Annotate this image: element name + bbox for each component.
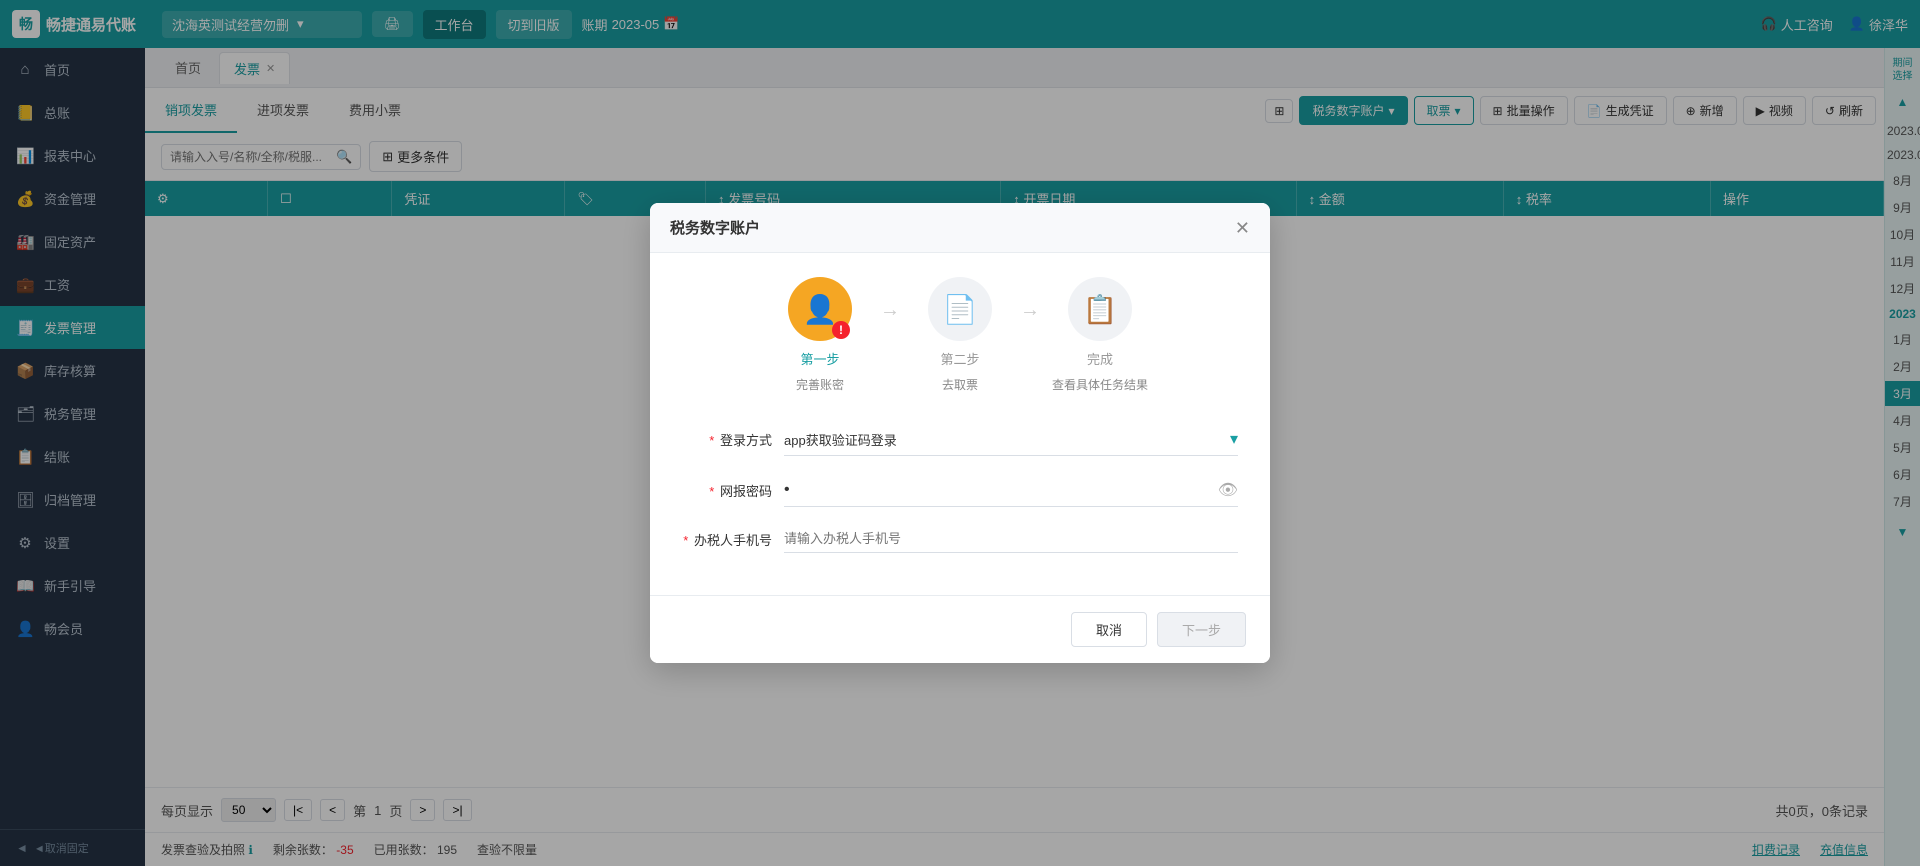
modal-footer: 取消 下一步 bbox=[650, 595, 1270, 663]
step-1-error-badge: ! bbox=[832, 321, 850, 339]
step-arrow-1: → bbox=[870, 277, 910, 322]
next-btn[interactable]: 下一步 bbox=[1157, 612, 1246, 647]
step-1: 👤 ! 第一步 完善账密 bbox=[770, 277, 870, 393]
step-2: 📄 第二步 去取票 bbox=[910, 277, 1010, 393]
step-2-icon: 📄 bbox=[943, 293, 978, 326]
password-field[interactable]: • 👁 bbox=[784, 474, 1238, 507]
step-3-icon-wrap: 📋 bbox=[1068, 277, 1132, 341]
phone-row: * 办税人手机号 bbox=[682, 525, 1238, 553]
modal-close-btn[interactable]: ✕ bbox=[1235, 219, 1250, 237]
step-3-desc: 查看具体任务结果 bbox=[1052, 376, 1148, 393]
step-3-label: 完成 bbox=[1087, 349, 1113, 368]
step-1-label: 第一步 bbox=[800, 349, 839, 368]
password-dot: • bbox=[784, 481, 790, 499]
password-label: * 网报密码 bbox=[682, 481, 772, 500]
login-method-row: * 登录方式 app获取验证码登录 ▾ bbox=[682, 423, 1238, 456]
step-3-icon: 📋 bbox=[1083, 293, 1118, 326]
modal-title: 税务数字账户 bbox=[670, 217, 760, 238]
steps-row: 👤 ! 第一步 完善账密 → 📄 第二步 去取票 → bbox=[682, 277, 1238, 393]
password-toggle-icon[interactable]: 👁 bbox=[1218, 480, 1238, 500]
password-row: * 网报密码 • 👁 bbox=[682, 474, 1238, 507]
step-2-label: 第二步 bbox=[940, 349, 979, 368]
step-1-desc: 完善账密 bbox=[796, 376, 844, 393]
login-method-dropdown-icon: ▾ bbox=[1230, 429, 1238, 449]
step-1-icon: 👤 bbox=[803, 293, 838, 326]
login-method-label: * 登录方式 bbox=[682, 430, 772, 449]
modal-header: 税务数字账户 ✕ bbox=[650, 203, 1270, 253]
step-3: 📋 完成 查看具体任务结果 bbox=[1050, 277, 1150, 393]
modal-overlay: 税务数字账户 ✕ 👤 ! 第一步 完善账密 → bbox=[0, 0, 1920, 866]
step-arrow-2: → bbox=[1010, 277, 1050, 322]
modal-body: 👤 ! 第一步 完善账密 → 📄 第二步 去取票 → bbox=[650, 253, 1270, 595]
phone-label: * 办税人手机号 bbox=[682, 530, 772, 549]
phone-input[interactable] bbox=[784, 525, 1238, 553]
cancel-btn[interactable]: 取消 bbox=[1071, 612, 1147, 647]
step-2-desc: 去取票 bbox=[942, 376, 978, 393]
login-method-select[interactable]: app获取验证码登录 ▾ bbox=[784, 423, 1238, 456]
step-2-icon-wrap: 📄 bbox=[928, 277, 992, 341]
step-1-icon-wrap: 👤 ! bbox=[788, 277, 852, 341]
tax-digital-modal: 税务数字账户 ✕ 👤 ! 第一步 完善账密 → bbox=[650, 203, 1270, 663]
